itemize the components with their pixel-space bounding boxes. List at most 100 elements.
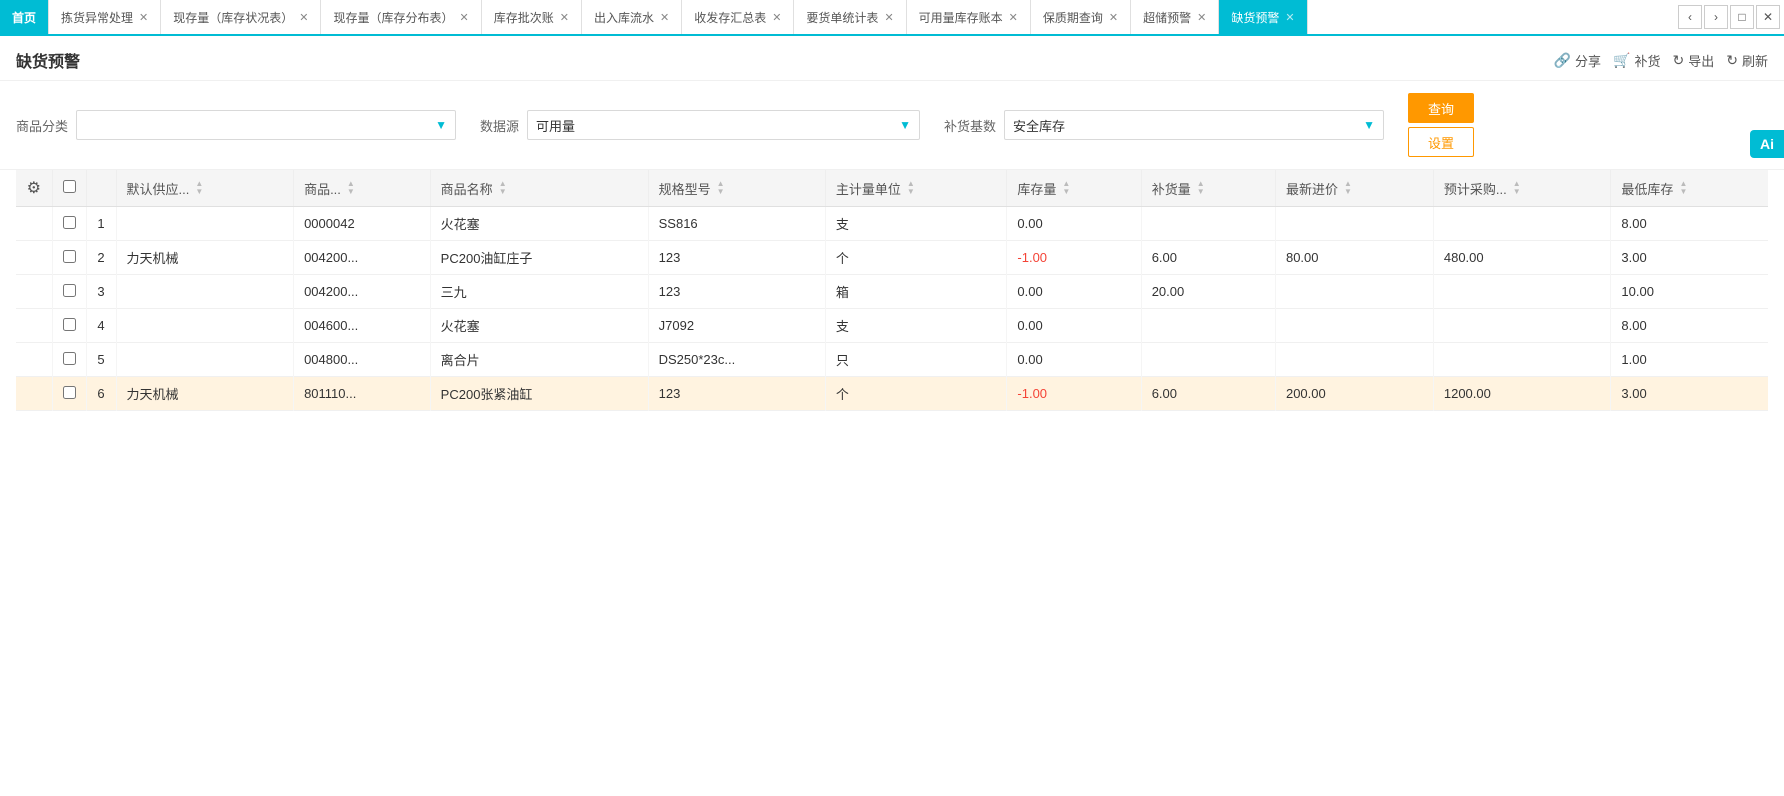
tab-window-restore[interactable]: □ [1730, 5, 1754, 29]
tab-overstock[interactable]: 超储预警 ✕ [1131, 0, 1219, 34]
th-estimated[interactable]: 预计采购... ▲▼ [1433, 170, 1611, 207]
page-header: 缺货预警 🔗 分享 🛒 补货 ↻ 导出 ↻ 刷新 [0, 36, 1784, 81]
tab-expiry[interactable]: 保质期查询 ✕ [1031, 0, 1131, 34]
row-checkbox[interactable] [63, 386, 76, 399]
row-gear [16, 343, 52, 377]
tab-window-close[interactable]: ✕ [1756, 5, 1780, 29]
query-button[interactable]: 查询 [1408, 93, 1474, 123]
th-estimated-sort[interactable]: ▲▼ [1513, 180, 1521, 196]
th-check[interactable] [52, 170, 86, 207]
tab-collect-close[interactable]: ✕ [772, 11, 781, 24]
row-estimated [1433, 309, 1611, 343]
filter-actions: 查询 设置 [1408, 93, 1474, 157]
tab-inventory-dist-close[interactable]: ✕ [460, 11, 469, 24]
refresh-label: 刷新 [1742, 51, 1768, 70]
select-all-checkbox[interactable] [63, 180, 76, 193]
filter-bar: 商品分类 ▼ 数据源 可用量 ▼ 补货基数 安全库存 ▼ 查询 设置 [0, 81, 1784, 170]
row-min-stock: 1.00 [1611, 343, 1768, 377]
tab-batch-close[interactable]: ✕ [560, 11, 569, 24]
tab-scroll-left[interactable]: ‹ [1678, 5, 1702, 29]
th-latest-price[interactable]: 最新进价 ▲▼ [1275, 170, 1433, 207]
tab-shortage[interactable]: 缺货预警 ✕ [1219, 0, 1307, 34]
th-stock-sort[interactable]: ▲▼ [1062, 180, 1070, 196]
row-replenish-qty [1141, 207, 1275, 241]
tab-scroll-right[interactable]: › [1704, 5, 1728, 29]
tab-exception-close[interactable]: ✕ [139, 11, 148, 24]
filter-datasource-select[interactable]: 可用量 ▼ [527, 110, 920, 140]
share-button[interactable]: 🔗 分享 [1554, 51, 1601, 70]
row-name: PC200油缸庄子 [430, 241, 648, 275]
tab-inout-close[interactable]: ✕ [660, 11, 669, 24]
th-spec[interactable]: 规格型号 ▲▼ [648, 170, 825, 207]
tab-inventory-status-label: 现存量（库存状况表） [173, 9, 293, 26]
row-checkbox[interactable] [63, 216, 76, 229]
th-supplier[interactable]: 默认供应... ▲▼ [116, 170, 294, 207]
th-min-stock-sort[interactable]: ▲▼ [1679, 180, 1687, 196]
th-latest-price-label: 最新进价 [1286, 179, 1338, 198]
row-check[interactable] [52, 207, 86, 241]
tab-inventory-status-close[interactable]: ✕ [299, 11, 308, 24]
th-unit-sort[interactable]: ▲▼ [907, 180, 915, 196]
row-checkbox[interactable] [63, 352, 76, 365]
th-spec-sort[interactable]: ▲▼ [717, 180, 725, 196]
th-name[interactable]: 商品名称 ▲▼ [430, 170, 648, 207]
th-name-label: 商品名称 [441, 179, 493, 198]
tab-overstock-close[interactable]: ✕ [1197, 11, 1206, 24]
tab-inout-label: 出入库流水 [594, 9, 654, 26]
row-latest-price: 80.00 [1275, 241, 1433, 275]
th-supplier-label: 默认供应... [127, 179, 190, 198]
th-supplier-sort[interactable]: ▲▼ [195, 180, 203, 196]
row-checkbox[interactable] [63, 284, 76, 297]
tab-expiry-label: 保质期查询 [1043, 9, 1103, 26]
th-name-sort[interactable]: ▲▼ [499, 180, 507, 196]
tab-inventory-dist[interactable]: 现存量（库存分布表） ✕ [321, 0, 481, 34]
table-row: 6 力天机械 801110... PC200张紧油缸 123 个 -1.00 6… [16, 377, 1768, 411]
ai-badge[interactable]: Ai [1750, 130, 1784, 158]
tab-avail-ledger[interactable]: 可用量库存账本 ✕ [907, 0, 1031, 34]
row-check[interactable] [52, 343, 86, 377]
filter-datasource-arrow: ▼ [899, 118, 911, 132]
row-check[interactable] [52, 309, 86, 343]
replenish-button[interactable]: 🛒 补货 [1613, 51, 1660, 70]
th-replenish-qty-label: 补货量 [1152, 179, 1191, 198]
row-check[interactable] [52, 377, 86, 411]
filter-category-select[interactable]: ▼ [76, 110, 456, 140]
tab-exception[interactable]: 拣货异常处理 ✕ [49, 0, 161, 34]
tab-batch[interactable]: 库存批次账 ✕ [482, 0, 582, 34]
th-code-sort[interactable]: ▲▼ [347, 180, 355, 196]
row-code: 004200... [294, 241, 431, 275]
th-unit[interactable]: 主计量单位 ▲▼ [825, 170, 1007, 207]
th-min-stock[interactable]: 最低库存 ▲▼ [1611, 170, 1768, 207]
row-check[interactable] [52, 241, 86, 275]
tab-avail-ledger-close[interactable]: ✕ [1009, 11, 1018, 24]
tab-home[interactable]: 首页 [0, 0, 49, 34]
page-title: 缺货预警 [16, 48, 80, 72]
export-button[interactable]: ↻ 导出 [1673, 51, 1715, 70]
tab-inventory-status[interactable]: 现存量（库存状况表） ✕ [161, 0, 321, 34]
row-checkbox[interactable] [63, 318, 76, 331]
tab-purchase-stat[interactable]: 要货单统计表 ✕ [794, 0, 906, 34]
row-code: 0000042 [294, 207, 431, 241]
th-replenish-qty-sort[interactable]: ▲▼ [1197, 180, 1205, 196]
th-stock[interactable]: 库存量 ▲▼ [1007, 170, 1141, 207]
filter-replenish-select[interactable]: 安全库存 ▼ [1004, 110, 1384, 140]
row-check[interactable] [52, 275, 86, 309]
th-num [86, 170, 116, 207]
th-gear[interactable]: ⚙ [16, 170, 52, 207]
th-latest-price-sort[interactable]: ▲▼ [1344, 180, 1352, 196]
tab-home-label: 首页 [12, 9, 36, 26]
filter-category-label: 商品分类 [16, 116, 68, 135]
th-replenish-qty[interactable]: 补货量 ▲▼ [1141, 170, 1275, 207]
refresh-button[interactable]: ↻ 刷新 [1726, 51, 1768, 70]
tab-expiry-close[interactable]: ✕ [1109, 11, 1118, 24]
tab-collect[interactable]: 收发存汇总表 ✕ [682, 0, 794, 34]
tab-purchase-stat-close[interactable]: ✕ [884, 11, 893, 24]
gear-icon[interactable]: ⚙ [27, 180, 41, 197]
tab-shortage-close[interactable]: ✕ [1285, 11, 1294, 24]
row-supplier [116, 343, 294, 377]
tab-inout[interactable]: 出入库流水 ✕ [582, 0, 682, 34]
settings-button[interactable]: 设置 [1408, 127, 1474, 157]
row-checkbox[interactable] [63, 250, 76, 263]
row-stock: 0.00 [1007, 343, 1141, 377]
th-code[interactable]: 商品... ▲▼ [294, 170, 431, 207]
